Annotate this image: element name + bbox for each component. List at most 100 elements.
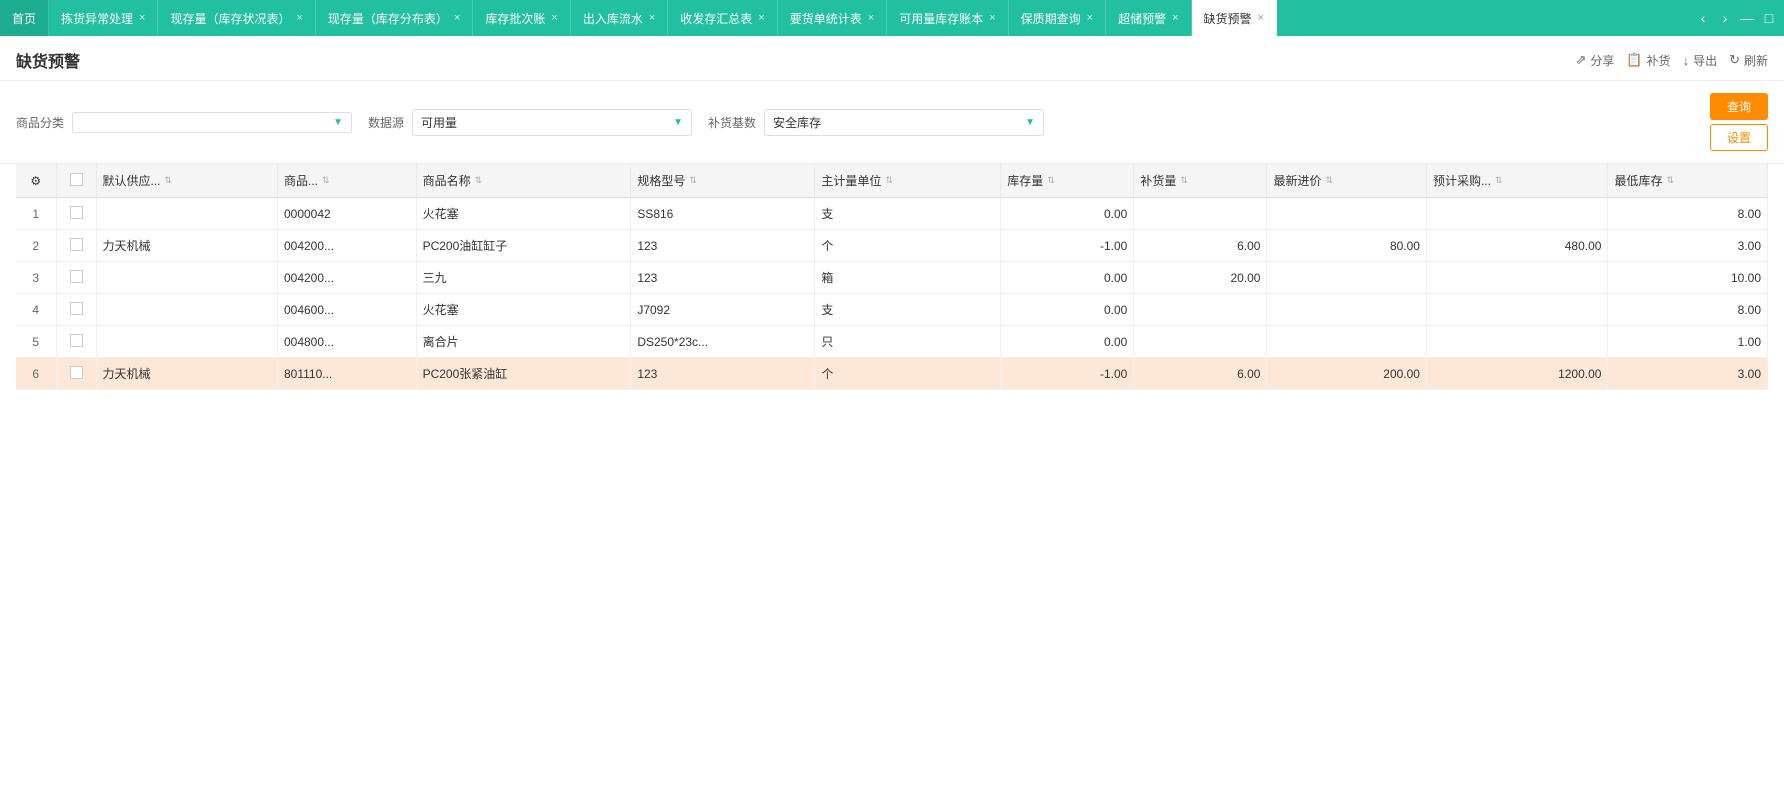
cell-supplier-1: 力天机械 — [96, 230, 277, 262]
export-button[interactable]: ↓ 导出 — [1683, 52, 1718, 69]
tab-inventory-dist[interactable]: 现存量（库存分布表） × — [316, 0, 473, 36]
th-sort-goods-name[interactable]: 商品名称 ⇅ — [423, 172, 625, 189]
select-all-checkbox[interactable] — [70, 173, 83, 186]
sort-icon-latest-price: ⇅ — [1325, 175, 1333, 186]
tab-close-available-ledger[interactable]: × — [989, 12, 995, 24]
gear-icon[interactable]: ⚙ — [30, 174, 41, 188]
cell-goods-name-3: 火花塞 — [416, 294, 631, 326]
tab-close-batch-ledger[interactable]: × — [551, 12, 557, 24]
cell-latest-price-4 — [1267, 326, 1427, 358]
sort-icon-est-purchase: ⇅ — [1495, 175, 1503, 186]
page-title: 缺货预警 — [16, 48, 80, 72]
query-button[interactable]: 查询 — [1710, 93, 1768, 120]
cell-latest-price-1: 80.00 — [1267, 230, 1427, 262]
tab-close-order-stats[interactable]: × — [868, 12, 874, 24]
cell-restock-4 — [1134, 326, 1267, 358]
tab-receipt-summary[interactable]: 收发存汇总表 × — [668, 0, 777, 36]
category-select[interactable]: ▼ — [72, 112, 352, 133]
tab-close-shortage[interactable]: × — [1258, 12, 1264, 24]
cell-stock-2: 0.00 — [1001, 262, 1134, 294]
tab-shortage[interactable]: 缺货预警 × — [1192, 0, 1277, 36]
th-sort-goods-code[interactable]: 商品... ⇅ — [284, 172, 410, 189]
cell-no-2: 3 — [16, 262, 56, 294]
row-checkbox-0[interactable] — [70, 206, 83, 219]
restock-base-select[interactable]: 安全库存 ▼ — [764, 109, 1044, 136]
cell-restock-5: 6.00 — [1134, 358, 1267, 390]
tab-available-ledger[interactable]: 可用量库存账本 × — [887, 0, 1008, 36]
th-sort-unit[interactable]: 主计量单位 ⇅ — [821, 172, 994, 189]
row-checkbox-1[interactable] — [70, 238, 83, 251]
tab-home[interactable]: 首页 — [0, 0, 49, 36]
cell-unit-1: 个 — [815, 230, 1001, 262]
tab-bar: 首页 拣货异常处理 × 现存量（库存状况表） × 现存量（库存分布表） × 库存… — [0, 0, 1784, 36]
main-content: 缺货预警 ⇗ 分享 📋 补货 ↓ 导出 ↻ 刷新 商品分类 — [0, 36, 1784, 796]
restock-base-label: 补货基数 — [708, 114, 756, 131]
tab-maximize[interactable]: □ — [1758, 7, 1780, 29]
cell-cb-2 — [56, 262, 96, 294]
cell-no-4: 5 — [16, 326, 56, 358]
tab-close-overstock[interactable]: × — [1172, 12, 1178, 24]
th-sort-restock[interactable]: 补货量 ⇅ — [1140, 172, 1260, 189]
tab-batch-ledger[interactable]: 库存批次账 × — [473, 0, 570, 36]
tab-expiry[interactable]: 保质期查询 × — [1009, 0, 1106, 36]
cell-min-stock-0: 8.00 — [1608, 198, 1768, 230]
tab-minimize[interactable]: — — [1736, 7, 1758, 29]
cell-cb-1 — [56, 230, 96, 262]
cell-cb-3 — [56, 294, 96, 326]
row-checkbox-5[interactable] — [70, 366, 83, 379]
filter-row: 商品分类 ▼ 数据源 可用量 ▼ 补货基数 安全库存 ▼ 查询 设置 — [0, 81, 1784, 164]
category-label: 商品分类 — [16, 114, 64, 131]
th-sort-latest-price[interactable]: 最新进价 ⇅ — [1273, 172, 1420, 189]
th-unit: 主计量单位 ⇅ — [815, 164, 1001, 198]
cell-min-stock-4: 1.00 — [1608, 326, 1768, 358]
tab-close-inventory-status[interactable]: × — [296, 12, 302, 24]
cell-unit-5: 个 — [815, 358, 1001, 390]
share-button[interactable]: ⇗ 分享 — [1575, 52, 1614, 69]
th-sort-est-purchase[interactable]: 预计采购... ⇅ — [1433, 172, 1601, 189]
cell-goods-code-4: 004800... — [277, 326, 416, 358]
refresh-button[interactable]: ↻ 刷新 — [1729, 52, 1768, 69]
th-sort-supplier[interactable]: 默认供应... ⇅ — [103, 172, 271, 189]
tab-picking[interactable]: 拣货异常处理 × — [49, 0, 158, 36]
row-checkbox-2[interactable] — [70, 270, 83, 283]
table-row: 5 004800... 离合片 DS250*23c... 只 0.00 1.00 — [16, 326, 1768, 358]
sort-icon-min-stock: ⇅ — [1666, 175, 1674, 186]
cell-unit-4: 只 — [815, 326, 1001, 358]
th-settings[interactable]: ⚙ — [16, 164, 56, 198]
cell-est-purchase-3 — [1426, 294, 1607, 326]
tab-close-inventory-dist[interactable]: × — [454, 12, 460, 24]
tab-close-picking[interactable]: × — [139, 12, 145, 24]
th-sort-spec[interactable]: 规格型号 ⇅ — [637, 172, 808, 189]
datasource-select[interactable]: 可用量 ▼ — [412, 109, 692, 136]
settings-button[interactable]: 设置 — [1710, 124, 1768, 151]
tab-close-receipt-summary[interactable]: × — [758, 12, 764, 24]
tab-overstock[interactable]: 超储预警 × — [1106, 0, 1191, 36]
row-checkbox-4[interactable] — [70, 334, 83, 347]
export-icon: ↓ — [1683, 53, 1690, 68]
cell-min-stock-2: 10.00 — [1608, 262, 1768, 294]
restock-icon: 📋 — [1626, 52, 1642, 68]
th-sort-stock[interactable]: 库存量 ⇅ — [1007, 172, 1127, 189]
tab-close-expiry[interactable]: × — [1087, 12, 1093, 24]
row-checkbox-3[interactable] — [70, 302, 83, 315]
cell-goods-code-5: 801110... — [277, 358, 416, 390]
th-spec-label: 规格型号 — [637, 172, 685, 189]
tab-inout-flow[interactable]: 出入库流水 × — [571, 0, 668, 36]
cell-min-stock-3: 8.00 — [1608, 294, 1768, 326]
cell-stock-3: 0.00 — [1001, 294, 1134, 326]
tab-scroll-left[interactable]: ‹ — [1692, 7, 1714, 29]
tab-inventory-status[interactable]: 现存量（库存状况表） × — [158, 0, 315, 36]
th-sort-min-stock[interactable]: 最低库存 ⇅ — [1614, 172, 1761, 189]
cell-supplier-4 — [96, 326, 277, 358]
cell-stock-5: -1.00 — [1001, 358, 1134, 390]
table-body: 1 0000042 火花塞 SS816 支 0.00 8.00 2 力天机械 0… — [16, 198, 1768, 390]
tab-order-stats[interactable]: 要货单统计表 × — [778, 0, 887, 36]
restock-button[interactable]: 📋 补货 — [1626, 52, 1670, 69]
cell-no-1: 2 — [16, 230, 56, 262]
sort-icon-unit: ⇅ — [885, 175, 893, 186]
page-header: 缺货预警 ⇗ 分享 📋 补货 ↓ 导出 ↻ 刷新 — [0, 36, 1784, 81]
restock-base-arrow-icon: ▼ — [1025, 117, 1035, 128]
tab-close-inout-flow[interactable]: × — [649, 12, 655, 24]
cell-supplier-3 — [96, 294, 277, 326]
tab-scroll-right[interactable]: › — [1714, 7, 1736, 29]
